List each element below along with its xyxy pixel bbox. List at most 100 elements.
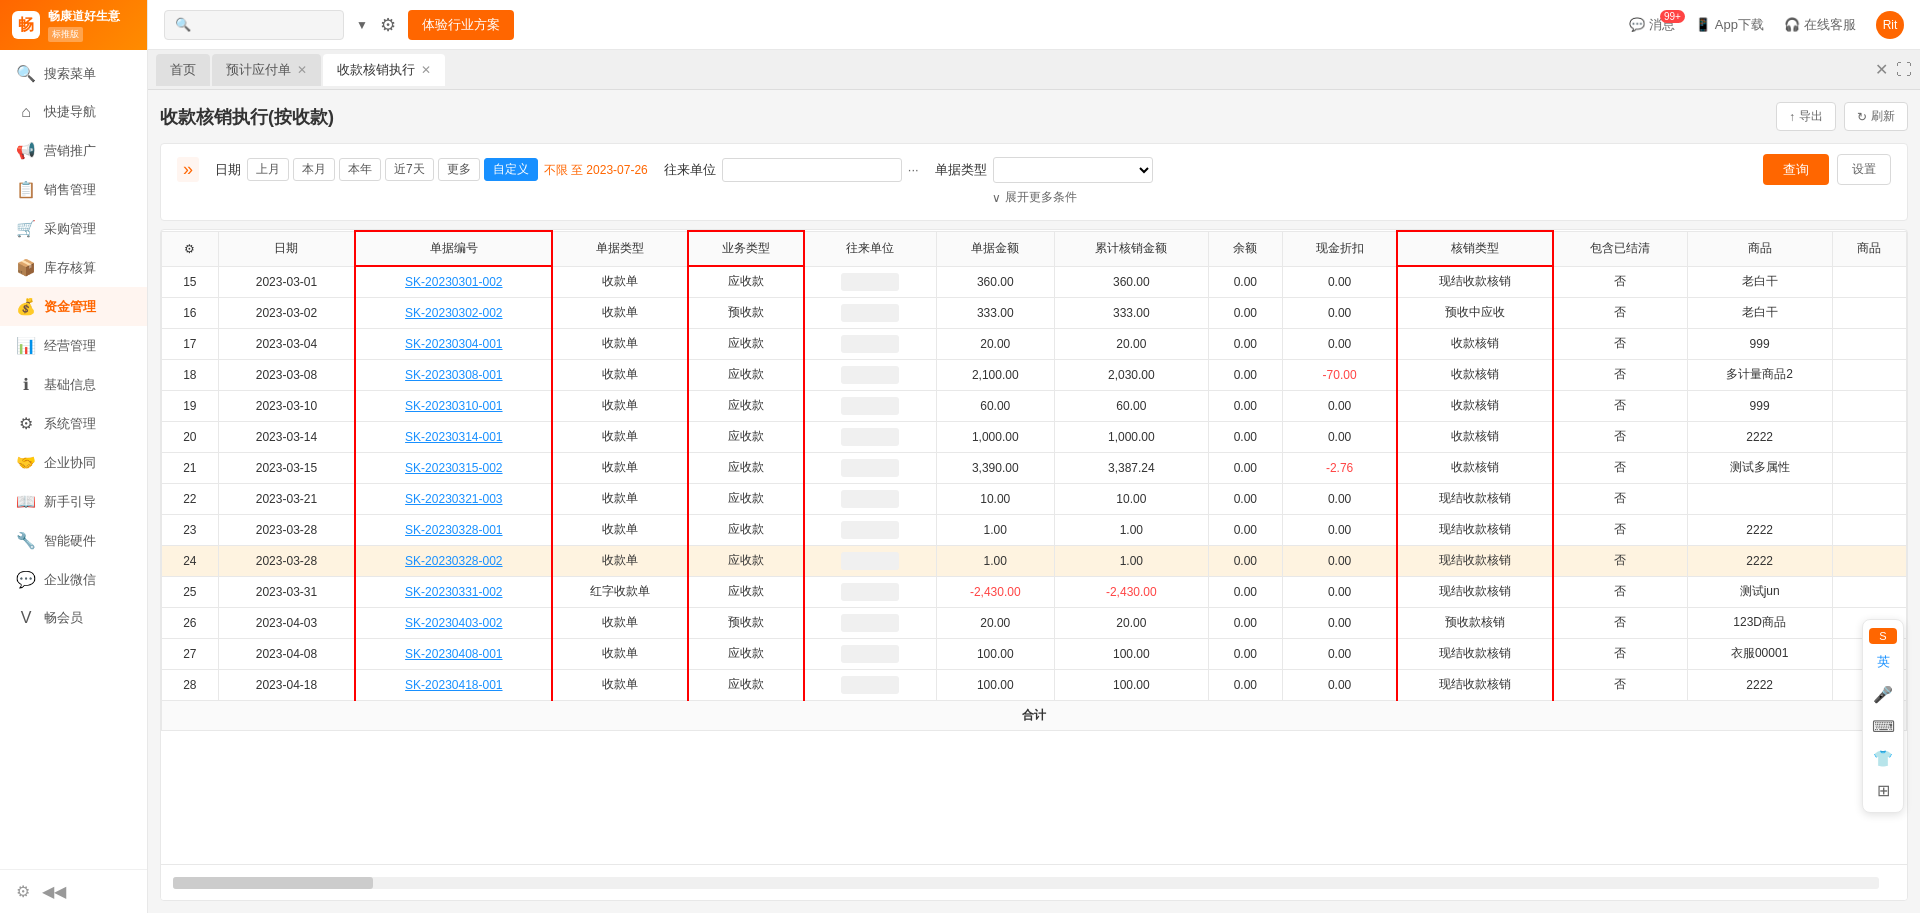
float-grid-icon[interactable]: ⊞ — [1869, 776, 1897, 804]
sidebar-label-search: 搜索菜单 — [44, 65, 96, 83]
dots-icon[interactable]: ··· — [908, 162, 919, 177]
notification-icon: 💬 — [1629, 17, 1645, 32]
scrollbar-thumb[interactable] — [173, 877, 373, 889]
sidebar-label-operation: 经营管理 — [44, 337, 96, 355]
settings-icon[interactable]: ⚙ — [16, 882, 30, 901]
table-row: 20 2023-03-14 SK-20230314-001 收款单 应收款 1,… — [162, 421, 1907, 452]
sidebar-label-collab: 企业协同 — [44, 454, 96, 472]
tab-prepay-close[interactable]: ✕ — [297, 63, 307, 77]
doc-no-link[interactable]: SK-20230331-002 — [405, 585, 502, 599]
sidebar-item-operation[interactable]: 📊经营管理 — [0, 326, 147, 365]
sidebar-footer: ⚙ ◀◀ — [0, 869, 147, 913]
online-service-item[interactable]: 🎧 在线客服 — [1784, 16, 1856, 34]
cell-biz-type: 应收款 — [688, 266, 804, 297]
filter-toggle-btn[interactable]: » — [177, 157, 199, 182]
table-row: 21 2023-03-15 SK-20230315-002 收款单 应收款 3,… — [162, 452, 1907, 483]
unit-input[interactable] — [722, 158, 902, 182]
sidebar-label-nav: 快捷导航 — [44, 103, 96, 121]
tab-home[interactable]: 首页 — [156, 54, 210, 86]
close-window-icon[interactable]: ✕ — [1875, 60, 1888, 79]
cell-balance: 0.00 — [1208, 514, 1282, 545]
notification-item[interactable]: 💬 消息 99+ — [1629, 16, 1675, 34]
table-row: 18 2023-03-08 SK-20230308-001 收款单 应收款 2,… — [162, 359, 1907, 390]
sidebar-item-wechat[interactable]: 💬企业微信 — [0, 560, 147, 599]
date-btn-this-year[interactable]: 本年 — [339, 158, 381, 181]
sidebar-item-inventory[interactable]: 📦库存核算 — [0, 248, 147, 287]
chevron-down-icon: ∨ — [992, 191, 1001, 205]
doc-no-link[interactable]: SK-20230321-003 — [405, 492, 502, 506]
doc-no-link[interactable]: SK-20230418-001 — [405, 678, 502, 692]
expand-more-btn[interactable]: ∨ 展开更多条件 — [177, 189, 1891, 206]
cell-product1: 衣服00001 — [1687, 638, 1832, 669]
date-btn-last-month[interactable]: 上月 — [247, 158, 289, 181]
cell-no: 19 — [162, 390, 219, 421]
tab-receipt[interactable]: 收款核销执行 ✕ — [323, 54, 445, 86]
cell-date: 2023-03-14 — [218, 421, 355, 452]
doc-no-link[interactable]: SK-20230314-001 — [405, 430, 502, 444]
query-button[interactable]: 查询 — [1763, 154, 1829, 185]
doc-no-link[interactable]: SK-20230310-001 — [405, 399, 502, 413]
unit-cell — [841, 397, 900, 415]
sidebar-item-finance[interactable]: 💰资金管理 — [0, 287, 147, 326]
refresh-button[interactable]: ↻ 刷新 — [1844, 102, 1908, 131]
float-keyboard-icon[interactable]: ⌨ — [1869, 712, 1897, 740]
doc-no-link[interactable]: SK-20230328-001 — [405, 523, 502, 537]
settings-button[interactable]: 设置 — [1837, 154, 1891, 185]
date-btn-custom[interactable]: 自定义 — [484, 158, 538, 181]
sidebar-item-system[interactable]: ⚙系统管理 — [0, 404, 147, 443]
tab-receipt-close[interactable]: ✕ — [421, 63, 431, 77]
table-row: 25 2023-03-31 SK-20230331-002 红字收款单 应收款 … — [162, 576, 1907, 607]
sidebar-item-marketing[interactable]: 📢营销推广 — [0, 131, 147, 170]
doc-no-link[interactable]: SK-20230328-002 — [405, 554, 502, 568]
cell-written-off: 360.00 — [1055, 266, 1209, 297]
doc-no-link[interactable]: SK-20230315-002 — [405, 461, 502, 475]
cell-unit — [804, 390, 936, 421]
cell-included: 否 — [1553, 359, 1688, 390]
collapse-icon[interactable]: ◀◀ — [42, 882, 66, 901]
horizontal-scrollbar[interactable] — [173, 877, 1879, 889]
gear-icon[interactable]: ⚙ — [380, 14, 396, 36]
cell-doc-no: SK-20230310-001 — [355, 390, 552, 421]
cell-product2 — [1832, 545, 1906, 576]
float-mic-icon[interactable]: 🎤 — [1869, 680, 1897, 708]
th-settings[interactable]: ⚙ — [162, 231, 219, 266]
table-row: 24 2023-03-28 SK-20230328-002 收款单 应收款 1.… — [162, 545, 1907, 576]
avatar[interactable]: Rit — [1876, 11, 1904, 39]
doc-no-link[interactable]: SK-20230308-001 — [405, 368, 502, 382]
search-input[interactable] — [197, 18, 333, 32]
cell-included: 否 — [1553, 297, 1688, 328]
doc-no-link[interactable]: SK-20230403-002 — [405, 616, 502, 630]
maximize-icon[interactable]: ⛶ — [1896, 61, 1912, 79]
doc-no-link[interactable]: SK-20230301-002 — [405, 275, 502, 289]
sidebar-item-basic[interactable]: ℹ基础信息 — [0, 365, 147, 404]
app-download-item[interactable]: 📱 App下载 — [1695, 16, 1764, 34]
topbar-dropdown[interactable]: ▼ — [356, 18, 368, 32]
cell-biz-type: 应收款 — [688, 390, 804, 421]
cell-unit — [804, 421, 936, 452]
cell-included: 否 — [1553, 328, 1688, 359]
float-english-icon[interactable]: 英 — [1869, 648, 1897, 676]
date-btn-7days[interactable]: 近7天 — [385, 158, 434, 181]
topbar-search-box[interactable]: 🔍 — [164, 10, 344, 40]
sidebar-item-nav[interactable]: ⌂快捷导航 — [0, 93, 147, 131]
sidebar-item-purchase[interactable]: 🛒采购管理 — [0, 209, 147, 248]
tab-prepay[interactable]: 预计应付单 ✕ — [212, 54, 321, 86]
cell-doc-type: 收款单 — [552, 607, 687, 638]
solution-button[interactable]: 体验行业方案 — [408, 10, 514, 40]
doc-no-link[interactable]: SK-20230302-002 — [405, 306, 502, 320]
sidebar-item-member[interactable]: V畅会员 — [0, 599, 147, 637]
table-scroll-area[interactable]: ⚙ 日期 单据编号 单据类型 业务类型 往来单位 单据金额 累计核销金额 余额 … — [161, 230, 1907, 864]
doc-no-link[interactable]: SK-20230304-001 — [405, 337, 502, 351]
sidebar-item-sales[interactable]: 📋销售管理 — [0, 170, 147, 209]
sidebar-item-search[interactable]: 🔍搜索菜单 — [0, 54, 147, 93]
date-btn-this-month[interactable]: 本月 — [293, 158, 335, 181]
export-button[interactable]: ↑ 导出 — [1776, 102, 1836, 131]
sidebar-item-collab[interactable]: 🤝企业协同 — [0, 443, 147, 482]
sidebar-item-hardware[interactable]: 🔧智能硬件 — [0, 521, 147, 560]
cell-product2 — [1832, 328, 1906, 359]
sidebar-item-guide[interactable]: 📖新手引导 — [0, 482, 147, 521]
receipt-type-select[interactable] — [993, 157, 1153, 183]
doc-no-link[interactable]: SK-20230408-001 — [405, 647, 502, 661]
date-btn-more[interactable]: 更多 — [438, 158, 480, 181]
float-shirt-icon[interactable]: 👕 — [1869, 744, 1897, 772]
